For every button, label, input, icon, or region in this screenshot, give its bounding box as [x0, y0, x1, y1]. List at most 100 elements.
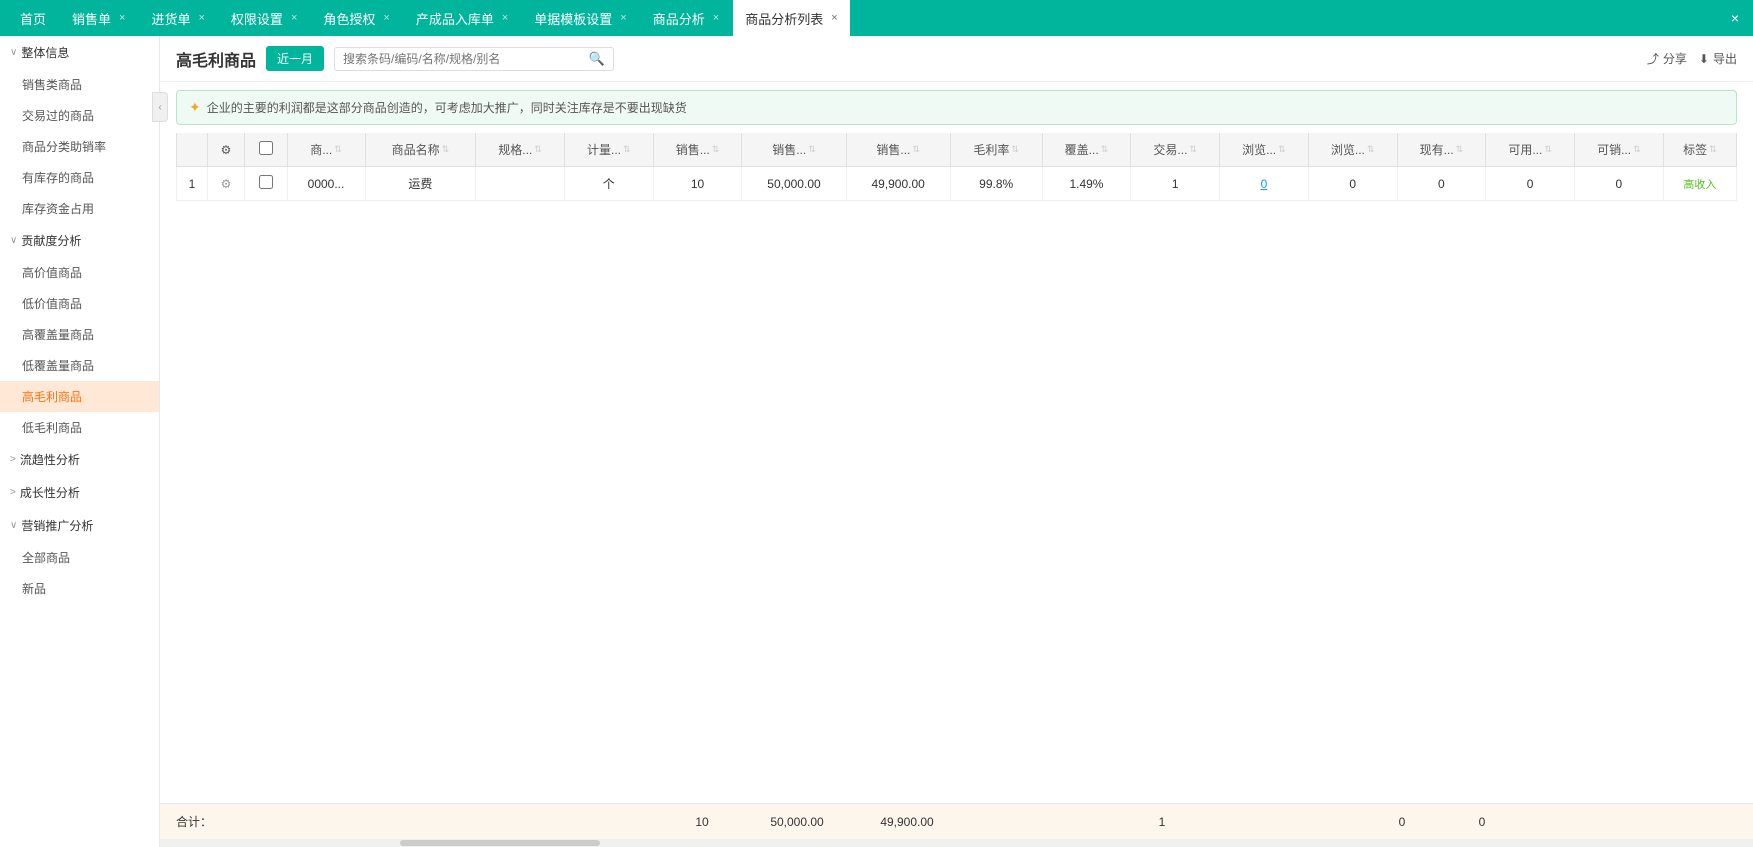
- collapse-icon: >: [10, 454, 16, 465]
- col-header-name[interactable]: 商品名称⇅: [365, 133, 476, 167]
- cell-sales_cost: 49,900.00: [846, 167, 950, 201]
- sidebar-item-高价值商品[interactable]: 高价值商品: [0, 257, 159, 288]
- scrollbar-thumb[interactable]: [400, 840, 600, 846]
- col-header-view1[interactable]: 浏览...⇅: [1220, 133, 1309, 167]
- cell-unit: 个: [564, 167, 653, 201]
- row-checkbox[interactable]: [259, 175, 273, 189]
- cell-tag: 高收入: [1663, 167, 1736, 201]
- col-header-tag[interactable]: 标签⇅: [1663, 133, 1736, 167]
- sidebar-item-全部商品[interactable]: 全部商品: [0, 542, 159, 573]
- sidebar-item-库存资金占用[interactable]: 库存资金占用: [0, 193, 159, 224]
- col-header-available[interactable]: 可用...⇅: [1486, 133, 1575, 167]
- cell-checkbox: [245, 167, 287, 201]
- tag-badge: 高收入: [1683, 179, 1716, 191]
- cell-spec: [476, 167, 565, 201]
- sidebar-item-低毛利商品[interactable]: 低毛利商品: [0, 412, 159, 443]
- cell-index: 1: [177, 167, 208, 201]
- sort-icon: ⇅: [1544, 144, 1552, 155]
- sidebar-item-有库存的商品[interactable]: 有库存的商品: [0, 162, 159, 193]
- sidebar-group-贡献度分析[interactable]: ∨贡献度分析: [0, 224, 159, 257]
- sidebar-item-低价值商品[interactable]: 低价值商品: [0, 288, 159, 319]
- col-header-sales_amount[interactable]: 销售...⇅: [742, 133, 846, 167]
- search-input[interactable]: [343, 52, 585, 66]
- settings-icon[interactable]: ⚙: [221, 143, 232, 157]
- footer-current-stock: 0: [1372, 815, 1432, 829]
- sidebar-item-高覆盖量商品[interactable]: 高覆盖量商品: [0, 319, 159, 350]
- share-icon: ⤴: [1647, 50, 1659, 67]
- nav-close-icon[interactable]: ×: [620, 12, 626, 24]
- nav-item-权限设置[interactable]: 权限设置×: [219, 0, 309, 36]
- filter-recent-month-button[interactable]: 近一月: [266, 46, 324, 71]
- col-header-unit[interactable]: 计量...⇅: [564, 133, 653, 167]
- col-header-sales_cost[interactable]: 销售...⇅: [846, 133, 950, 167]
- sidebar-item-商品分类助销率[interactable]: 商品分类助销率: [0, 131, 159, 162]
- sort-icon: ⇅: [1367, 144, 1375, 155]
- col-header-gear[interactable]: ⚙: [207, 133, 244, 167]
- close-all-button[interactable]: ×: [1725, 8, 1745, 28]
- col-header-view2[interactable]: 浏览...⇅: [1308, 133, 1397, 167]
- col-header-coverage[interactable]: 覆盖...⇅: [1042, 133, 1131, 167]
- col-header-gross_margin[interactable]: 毛利率⇅: [950, 133, 1042, 167]
- sidebar-group-整体信息[interactable]: ∨整体信息: [0, 36, 159, 69]
- header-actions: ⤴ 分享 ⬇ 导出: [1647, 50, 1737, 67]
- col-header-spec[interactable]: 规格...⇅: [476, 133, 565, 167]
- collapse-sidebar-button[interactable]: ‹: [152, 92, 168, 122]
- nav-close-icon[interactable]: ×: [383, 12, 389, 24]
- col-header-saleable[interactable]: 可销...⇅: [1575, 133, 1664, 167]
- content-header: 高毛利商品 近一月 🔍 ⤴ 分享 ⬇ 导出: [160, 36, 1753, 82]
- sort-icon: ⇅: [334, 144, 342, 155]
- cell-name[interactable]: 运费: [365, 167, 476, 201]
- cell-coverage: 1.49%: [1042, 167, 1131, 201]
- nav-item-产成品入库单[interactable]: 产成品入库单×: [404, 0, 520, 36]
- collapse-icon: ∨: [10, 235, 17, 246]
- cell-view1[interactable]: 0: [1220, 167, 1309, 201]
- cell-gear: ⚙: [207, 167, 244, 201]
- sidebar-item-销售类商品[interactable]: 销售类商品: [0, 69, 159, 100]
- footer-sales-qty: 10: [672, 815, 732, 829]
- sort-icon: ⇅: [534, 144, 542, 155]
- table-container: ⚙商...⇅商品名称⇅规格...⇅计量...⇅销售...⇅销售...⇅销售...…: [160, 133, 1753, 803]
- col-header-index: [177, 133, 208, 167]
- sort-icon: ⇅: [1456, 144, 1464, 155]
- nav-item-首页[interactable]: 首页: [8, 0, 58, 36]
- page-title: 高毛利商品: [176, 47, 256, 71]
- cell-sales_amount: 50,000.00: [742, 167, 846, 201]
- sidebar-item-新品[interactable]: 新品: [0, 573, 159, 604]
- col-header-current_stock[interactable]: 现有...⇅: [1397, 133, 1486, 167]
- nav-item-单据模板设置[interactable]: 单据模板设置×: [522, 0, 638, 36]
- nav-close-icon[interactable]: ×: [713, 12, 719, 24]
- share-button[interactable]: ⤴ 分享: [1647, 50, 1687, 67]
- nav-item-销售单[interactable]: 销售单×: [60, 0, 137, 36]
- info-icon: ✦: [189, 99, 201, 116]
- nav-item-进货单[interactable]: 进货单×: [139, 0, 216, 36]
- row-gear-icon[interactable]: ⚙: [221, 177, 232, 191]
- sort-icon: ⇅: [442, 144, 450, 155]
- nav-close-icon[interactable]: ×: [119, 12, 125, 24]
- footer-sales-amount: 50,000.00: [752, 815, 842, 829]
- sidebar-item-高毛利商品[interactable]: 高毛利商品: [0, 381, 159, 412]
- sidebar-group-营销推广分析[interactable]: ∨营销推广分析: [0, 509, 159, 542]
- nav-item-角色授权[interactable]: 角色授权×: [311, 0, 401, 36]
- nav-close-icon[interactable]: ×: [502, 12, 508, 24]
- sidebar-group-成长性分析[interactable]: >成长性分析: [0, 476, 159, 509]
- sort-icon: ⇅: [1709, 144, 1717, 155]
- nav-close-icon[interactable]: ×: [291, 12, 297, 24]
- export-button[interactable]: ⬇ 导出: [1699, 50, 1737, 67]
- select-all-checkbox[interactable]: [259, 141, 273, 155]
- col-header-checkbox[interactable]: [245, 133, 287, 167]
- nav-item-商品分析[interactable]: 商品分析×: [641, 0, 731, 36]
- scrollbar-area[interactable]: [160, 839, 1753, 847]
- nav-close-icon[interactable]: ×: [198, 12, 204, 24]
- cell-code: 0000...: [287, 167, 365, 201]
- col-header-transaction[interactable]: 交易...⇅: [1131, 133, 1220, 167]
- col-header-sales_qty[interactable]: 销售...⇅: [653, 133, 742, 167]
- nav-close-icon[interactable]: ×: [831, 12, 837, 24]
- collapse-icon: ∨: [10, 47, 17, 58]
- col-header-code[interactable]: 商...⇅: [287, 133, 365, 167]
- sidebar-group-流趋性分析[interactable]: >流趋性分析: [0, 443, 159, 476]
- nav-item-商品分析列表[interactable]: 商品分析列表×: [733, 0, 849, 36]
- sort-icon: ⇅: [1101, 144, 1109, 155]
- view-link[interactable]: 0: [1261, 177, 1268, 191]
- sidebar-item-低覆盖量商品[interactable]: 低覆盖量商品: [0, 350, 159, 381]
- sidebar-item-交易过的商品[interactable]: 交易过的商品: [0, 100, 159, 131]
